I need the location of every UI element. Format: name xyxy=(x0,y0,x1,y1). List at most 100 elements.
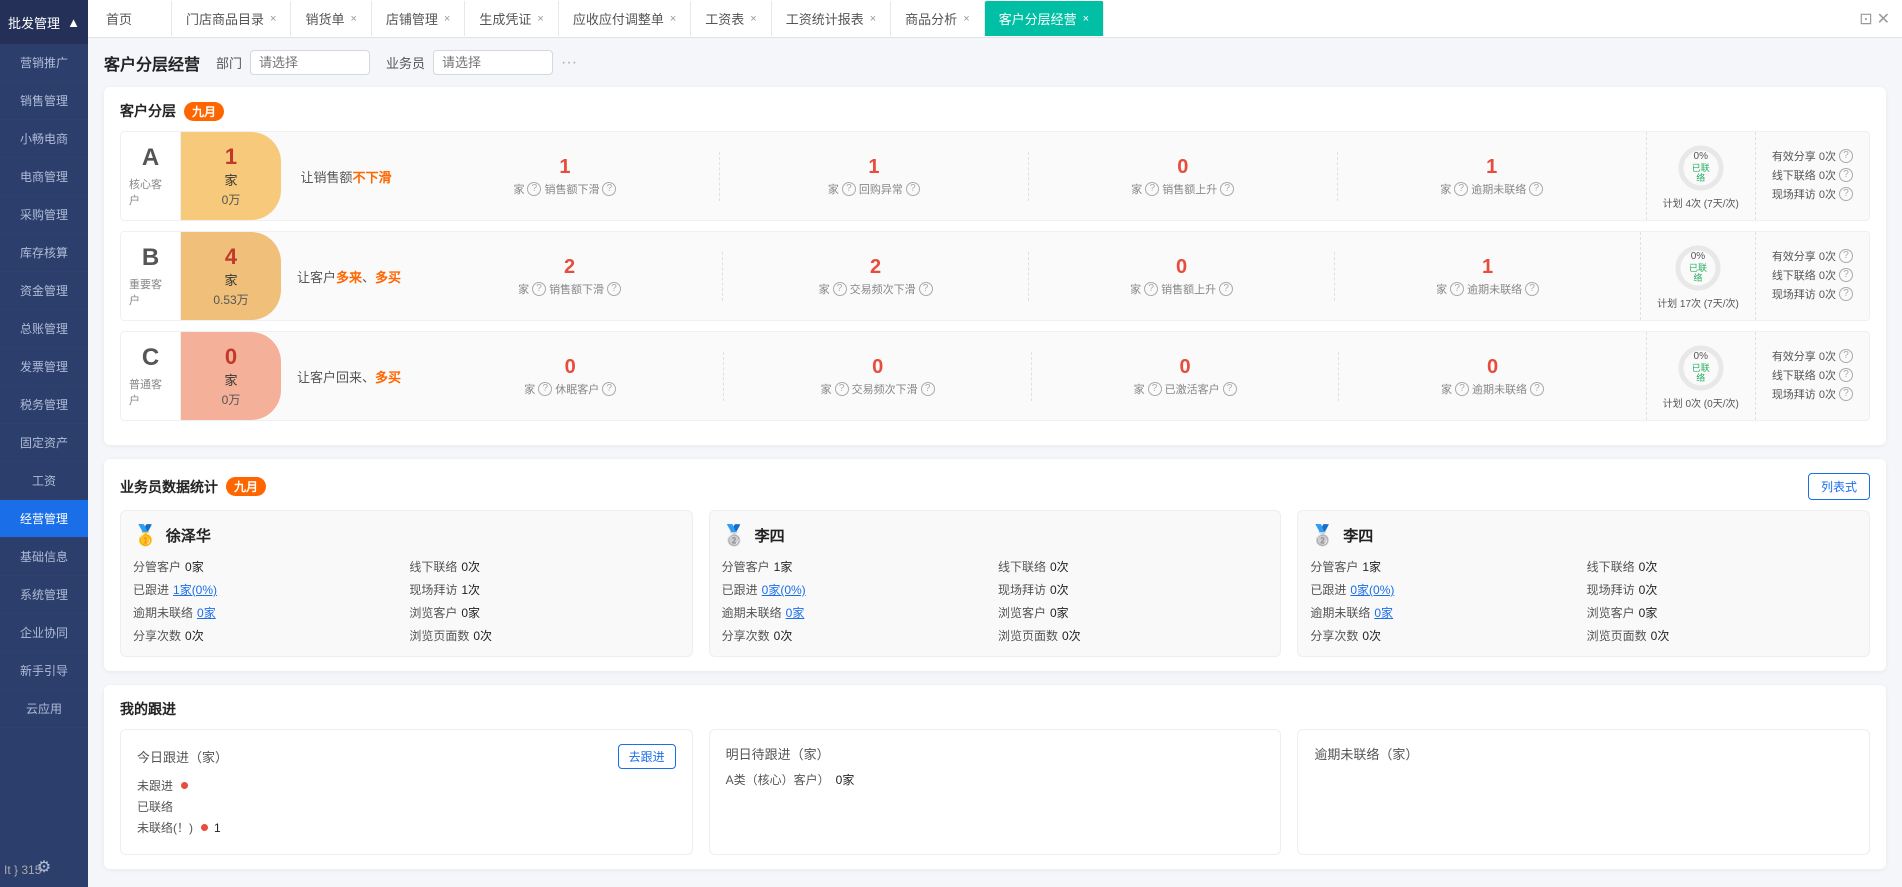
info-icon[interactable]: ? xyxy=(1455,382,1469,396)
staff-stat-row: 线下联络0次 xyxy=(1587,558,1857,575)
tab-close-icon[interactable]: × xyxy=(1083,13,1089,25)
tab-close-icon[interactable]: × xyxy=(444,13,450,25)
info-icon[interactable]: ? xyxy=(538,382,552,396)
tab-close-icon[interactable]: × xyxy=(670,13,676,25)
info-icon[interactable]: ? xyxy=(1839,149,1853,163)
staff-stats-section: 业务员数据统计 九月 列表式 🥇徐泽华分管客户0家线下联络0次已跟进1家(0%)… xyxy=(104,459,1886,671)
staff-stat-value[interactable]: 0家(0%) xyxy=(762,581,806,598)
staff-name-row: 🥈李四 xyxy=(722,523,1269,548)
staff-stat-value[interactable]: 0家(0%) xyxy=(1350,581,1394,598)
sidebar-item-云应用[interactable]: 云应用 xyxy=(0,690,88,728)
info-icon[interactable]: ? xyxy=(1525,282,1539,296)
staff-stat-value[interactable]: 1家(0%) xyxy=(173,581,217,598)
tab-close-icon[interactable]: × xyxy=(870,13,876,25)
tab-客户分层经营[interactable]: 客户分层经营× xyxy=(985,1,1104,36)
tab-店铺管理[interactable]: 店铺管理× xyxy=(372,1,465,36)
followup-card: 今日跟进（家）去跟进未跟进已联络未联络(！)1 xyxy=(120,729,693,855)
info-icon[interactable]: ? xyxy=(1839,168,1853,182)
info-icon[interactable]: ? xyxy=(1454,182,1468,196)
info-icon[interactable]: ? xyxy=(532,282,546,296)
info-icon[interactable]: ? xyxy=(1839,387,1853,401)
tab-label: 工资表 xyxy=(705,9,744,28)
info-icon[interactable]: ? xyxy=(1450,282,1464,296)
sidebar-item-新手引导[interactable]: 新手引导 xyxy=(0,652,88,690)
sidebar-item-系统管理[interactable]: 系统管理 xyxy=(0,576,88,614)
tab-label: 应收应付调整单 xyxy=(573,9,664,28)
info-icon[interactable]: ? xyxy=(527,182,541,196)
info-icon[interactable]: ? xyxy=(1530,382,1544,396)
followup-row: A类（核心）客户）0家 xyxy=(726,771,1265,788)
staff-stat-label: 现场拜访 xyxy=(998,581,1046,598)
info-icon[interactable]: ? xyxy=(1145,182,1159,196)
tier-stat-item: 2家?交易频次下滑 ? xyxy=(723,252,1029,301)
info-icon[interactable]: ? xyxy=(1839,187,1853,201)
info-icon[interactable]: ? xyxy=(1219,282,1233,296)
followup-card-title-text: 逾期未联络（家） xyxy=(1314,744,1418,763)
sidebar-item-基础信息[interactable]: 基础信息 xyxy=(0,538,88,576)
staff-stat-row: 分享次数0次 xyxy=(722,627,992,644)
staff-stat-value: 0次 xyxy=(473,627,492,644)
tab-首页[interactable]: 首页 xyxy=(92,1,172,36)
tab-工资统计报表[interactable]: 工资统计报表× xyxy=(772,1,891,36)
info-icon[interactable]: ? xyxy=(1839,268,1853,282)
sidebar-item-总账管理[interactable]: 总账管理 xyxy=(0,310,88,348)
sidebar-item-税务管理[interactable]: 税务管理 xyxy=(0,386,88,424)
info-icon[interactable]: ? xyxy=(842,182,856,196)
sidebar-item-采购管理[interactable]: 采购管理 xyxy=(0,196,88,234)
sidebar-item-资金管理[interactable]: 资金管理 xyxy=(0,272,88,310)
info-icon[interactable]: ? xyxy=(833,282,847,296)
goto-button[interactable]: 去跟进 xyxy=(618,744,676,769)
staff-stat-value: 0次 xyxy=(1362,627,1381,644)
circle-plan: 计划 0次 (0天/次) xyxy=(1663,395,1739,410)
info-icon[interactable]: ? xyxy=(921,382,935,396)
sidebar-item-库存核算[interactable]: 库存核算 xyxy=(0,234,88,272)
sidebar-item-经营管理[interactable]: 经营管理 xyxy=(0,500,88,538)
tab-close-icon[interactable]: × xyxy=(750,13,756,25)
info-icon[interactable]: ? xyxy=(1839,349,1853,363)
tab-工资表[interactable]: 工资表 × xyxy=(691,1,771,36)
sales-select[interactable] xyxy=(433,50,553,75)
staff-stat-row: 浏览客户0家 xyxy=(998,604,1268,621)
tab-close-icon[interactable]: × xyxy=(350,13,356,25)
info-icon[interactable]: ? xyxy=(1148,382,1162,396)
sidebar-item-工资[interactable]: 工资 xyxy=(0,462,88,500)
sidebar-item-固定资产[interactable]: 固定资产 xyxy=(0,424,88,462)
tab-门店商品目录[interactable]: 门店商品目录× xyxy=(172,1,291,36)
info-icon[interactable]: ? xyxy=(602,382,616,396)
info-icon[interactable]: ? xyxy=(607,282,621,296)
info-icon[interactable]: ? xyxy=(1839,249,1853,263)
sidebar-item-营销推广[interactable]: 营销推广 xyxy=(0,44,88,82)
info-icon[interactable]: ? xyxy=(835,382,849,396)
list-view-button[interactable]: 列表式 xyxy=(1808,473,1870,500)
more-options-icon[interactable]: ··· xyxy=(561,54,577,72)
sidebar-item-小畅电商[interactable]: 小畅电商 xyxy=(0,120,88,158)
info-icon[interactable]: ? xyxy=(906,182,920,196)
info-icon[interactable]: ? xyxy=(1223,382,1237,396)
sidebar-item-发票管理[interactable]: 发票管理 xyxy=(0,348,88,386)
tab-销货单[interactable]: 销货单× xyxy=(291,1,371,36)
sidebar-item-销售管理[interactable]: 销售管理 xyxy=(0,82,88,120)
staff-stat-value[interactable]: 0家 xyxy=(1374,604,1393,621)
info-icon[interactable]: ? xyxy=(1839,368,1853,382)
info-icon[interactable]: ? xyxy=(1529,182,1543,196)
tab-close-all-icon[interactable]: ✕ xyxy=(1877,9,1890,29)
sidebar-toggle-icon[interactable]: ▲ xyxy=(67,15,80,30)
tab-window-icon[interactable]: ⊡ xyxy=(1859,9,1872,29)
tab-close-icon[interactable]: × xyxy=(270,13,276,25)
sidebar-item-电商管理[interactable]: 电商管理 xyxy=(0,158,88,196)
info-icon[interactable]: ? xyxy=(919,282,933,296)
info-icon[interactable]: ? xyxy=(1220,182,1234,196)
tab-生成凭证[interactable]: 生成凭证× xyxy=(465,1,558,36)
dept-select[interactable] xyxy=(250,50,370,75)
tab-商品分析[interactable]: 商品分析× xyxy=(891,1,984,36)
staff-stat-value[interactable]: 0家 xyxy=(786,604,805,621)
info-icon[interactable]: ? xyxy=(602,182,616,196)
tab-close-icon[interactable]: × xyxy=(963,13,969,25)
staff-stat-value[interactable]: 0家 xyxy=(197,604,216,621)
tab-应收应付调整单[interactable]: 应收应付调整单 × xyxy=(559,1,691,36)
info-icon[interactable]: ? xyxy=(1144,282,1158,296)
info-icon[interactable]: ? xyxy=(1839,287,1853,301)
tab-close-icon[interactable]: × xyxy=(537,13,543,25)
staff-stat-label: 分管客户 xyxy=(133,558,181,575)
sidebar-item-企业协同[interactable]: 企业协同 xyxy=(0,614,88,652)
